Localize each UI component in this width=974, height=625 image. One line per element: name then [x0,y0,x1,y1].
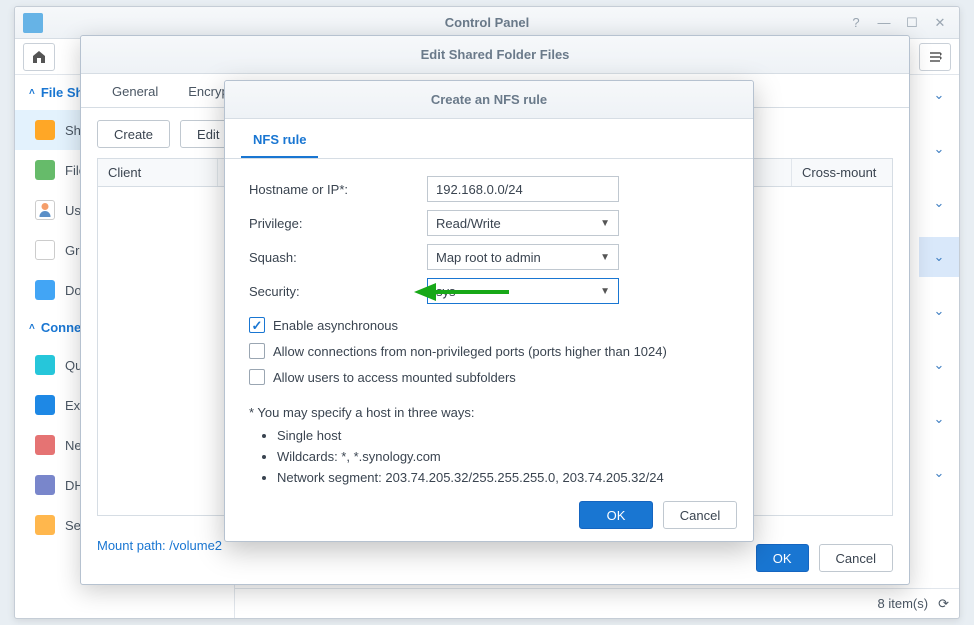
sort-icon [927,49,943,65]
collapse-chevron[interactable]: ⌄ [919,183,959,223]
help-text: * You may specify a host in three ways: … [249,405,729,488]
mount-path-value: /volume2 [169,538,222,553]
cancel-button[interactable]: Cancel [663,501,737,529]
sort-button[interactable] [919,43,951,71]
chevron-up-icon: ˄ [29,322,35,333]
network-icon [35,435,55,455]
collapse-chevron[interactable]: ⌄ [919,237,959,277]
tab-nfs-rule[interactable]: NFS rule [241,123,318,158]
privilege-label: Privilege: [249,216,427,231]
minimize-icon[interactable]: — [871,13,897,33]
collapse-chevron[interactable]: ⌄ [919,75,959,115]
collapse-chevron[interactable]: ⌄ [919,129,959,169]
refresh-icon[interactable]: ⟳ [938,596,949,612]
shield-icon [35,515,55,535]
user-icon [35,200,55,220]
mount-path-label: Mount path: [97,538,169,553]
dialog-title: Edit Shared Folder Files [81,36,909,74]
tab-general[interactable]: General [97,74,173,107]
squash-select[interactable]: Map root to admin ▼ [427,244,619,270]
create-nfs-rule-dialog: Create an NFS rule NFS rule Hostname or … [224,80,754,542]
col-client: Client [98,159,218,186]
window-title: Control Panel [445,15,530,30]
globe-icon [35,395,55,415]
select-value: Read/Write [436,216,501,231]
create-button[interactable]: Create [97,120,170,148]
col-cross-mount: Cross-mount [792,159,892,186]
dialog-title: Create an NFS rule [225,81,753,119]
collapse-chevron[interactable]: ⌄ [919,345,959,385]
chevron-down-icon: ▼ [600,286,610,297]
squash-label: Squash: [249,250,427,265]
chevron-up-icon: ˄ [29,87,35,98]
group-icon [35,240,55,260]
collapse-chevron[interactable]: ⌄ [919,291,959,331]
help-intro: * You may specify a host in three ways: [249,405,729,420]
tab-bar: NFS rule [225,123,753,159]
collapse-chevron[interactable]: ⌄ [919,399,959,439]
help-item: Single host [277,426,729,447]
cloud-icon [35,355,55,375]
mounted-subfolders-label: Allow users to access mounted subfolders [273,370,516,385]
select-value: sys [436,284,456,299]
maximize-icon[interactable]: ☐ [899,13,925,33]
collapse-chevron[interactable]: ⌄ [919,453,959,493]
close-icon[interactable]: ✕ [927,13,953,33]
home-icon [31,49,47,65]
help-item: Network segment: 203.74.205.32/255.255.2… [277,468,729,489]
nonpriv-ports-checkbox[interactable] [249,343,265,359]
select-value: Map root to admin [436,250,541,265]
security-label: Security: [249,284,427,299]
cancel-button[interactable]: Cancel [819,544,893,572]
nonpriv-ports-label: Allow connections from non-privileged po… [273,344,667,359]
status-bar: 8 item(s) ⟳ [235,588,959,618]
security-select[interactable]: sys ▼ [427,278,619,304]
ok-button[interactable]: OK [756,544,809,572]
chevron-down-icon: ▼ [600,252,610,263]
chevron-down-icon: ▼ [600,218,610,229]
file-icon [35,160,55,180]
dhcp-icon [35,475,55,495]
folder-icon [35,120,55,140]
ok-button[interactable]: OK [579,501,653,529]
domain-icon [35,280,55,300]
enable-async-label: Enable asynchronous [273,318,398,333]
privilege-select[interactable]: Read/Write ▼ [427,210,619,236]
mounted-subfolders-checkbox[interactable] [249,369,265,385]
hostname-input[interactable] [427,176,619,202]
help-item: Wildcards: *, *.synology.com [277,447,729,468]
item-count: 8 item(s) [878,596,929,611]
app-icon [23,13,43,33]
enable-async-checkbox[interactable] [249,317,265,333]
hostname-label: Hostname or IP*: [249,182,427,197]
home-button[interactable] [23,43,55,71]
help-icon[interactable]: ? [843,13,869,33]
